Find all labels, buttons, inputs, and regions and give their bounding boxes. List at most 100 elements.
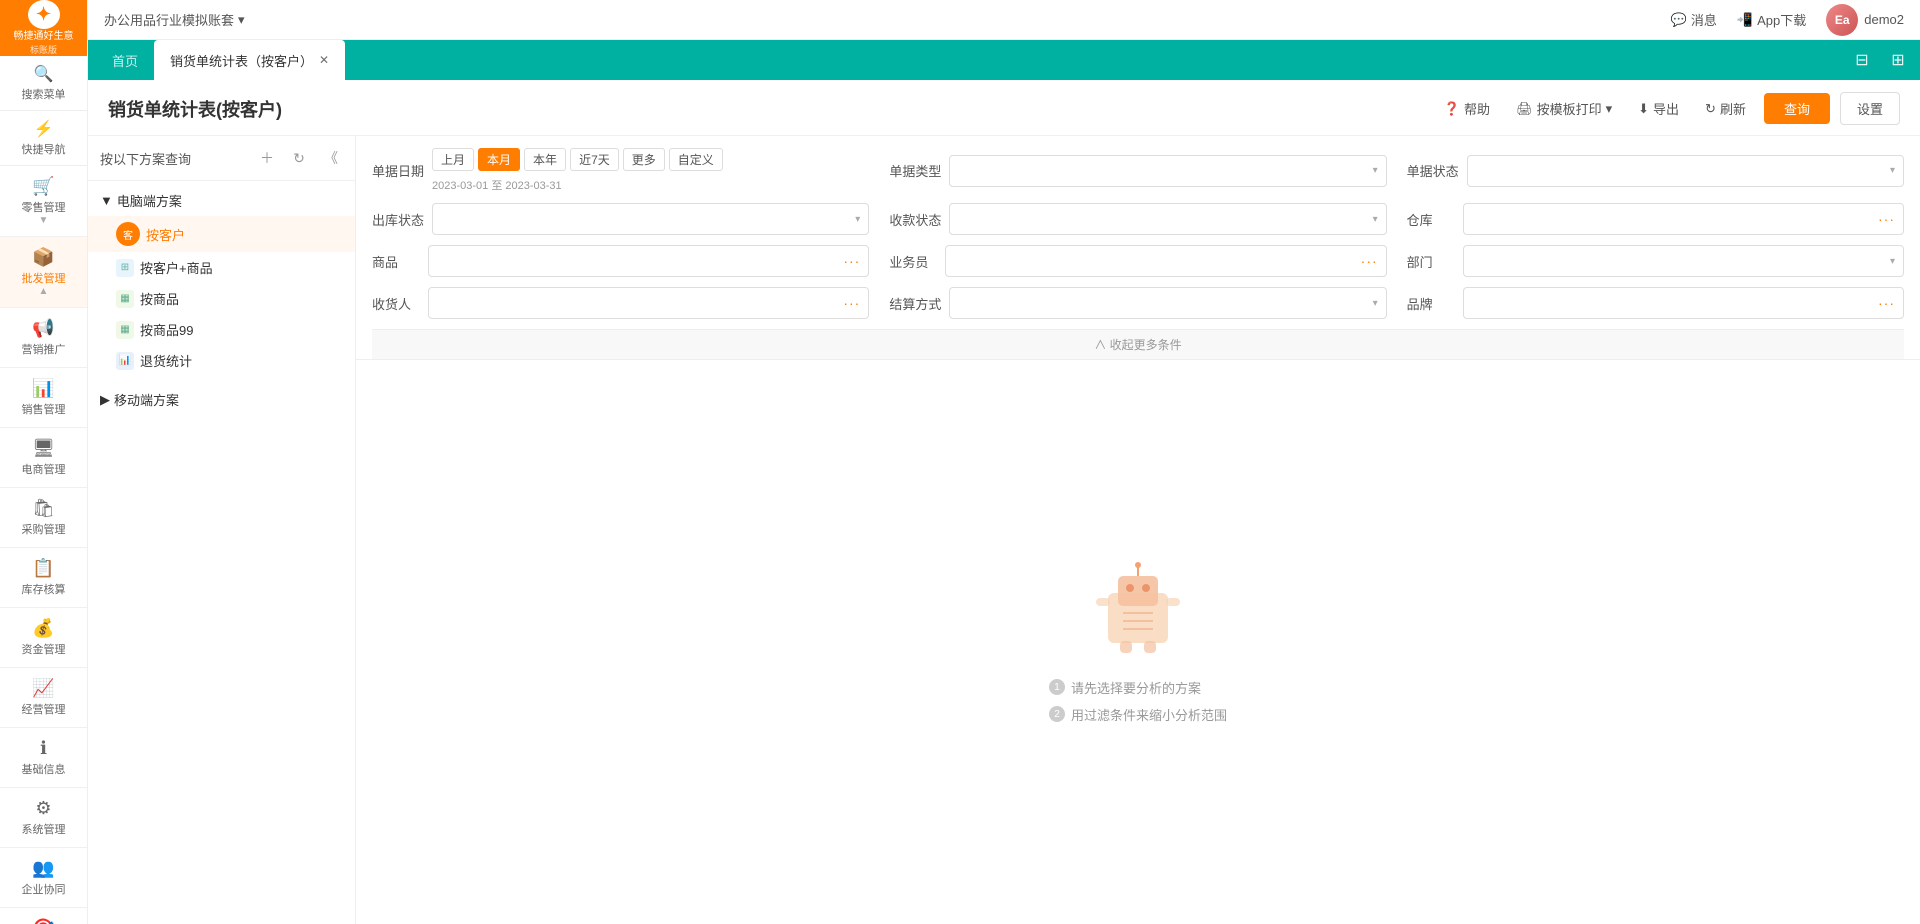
tab-minimize-action[interactable]: ⊟ bbox=[1848, 46, 1876, 74]
user-profile[interactable]: Ea demo2 bbox=[1826, 4, 1904, 36]
operations-icon: 📈 bbox=[32, 678, 54, 699]
sidebar-item-wholesale[interactable]: 📦 批发管理 ▲ bbox=[0, 237, 87, 308]
main-layout: 按以下方案查询 ＋ ↻ 《 ▼ 电脑端方案 bbox=[88, 136, 1920, 924]
pc-scheme-parent[interactable]: ▼ 电脑端方案 bbox=[88, 185, 355, 216]
scheme-return-stat[interactable]: 📊 退货统计 bbox=[88, 345, 355, 376]
department-arrow: ▾ bbox=[1890, 256, 1895, 267]
sidebar: ✦ 畅捷通好生意 标账版 🔍 搜索菜单 ⚡ 快捷导航 🛒 零售管理 ▼ 📦 批发… bbox=[0, 0, 88, 924]
salesman-select[interactable]: ··· bbox=[945, 245, 1386, 277]
doc-status-label: 单据状态 bbox=[1407, 161, 1459, 180]
breadcrumb-dropdown[interactable]: 办公用品行业模拟账套 ▾ bbox=[104, 10, 245, 29]
doc-type-select[interactable]: ▾ bbox=[949, 155, 1386, 187]
template-print-button[interactable]: 🖨 按模板打印 ▾ bbox=[1508, 93, 1620, 124]
ecommerce-label: 电商管理 bbox=[22, 461, 66, 477]
add-scheme-button[interactable]: ＋ bbox=[255, 146, 279, 170]
logo-icon: ✦ bbox=[28, 0, 60, 29]
system-label: 系统管理 bbox=[22, 821, 66, 837]
scheme-by-goods[interactable]: ▦ 按商品 bbox=[88, 283, 355, 314]
return-stat-label: 退货统计 bbox=[140, 351, 192, 370]
quick-nav[interactable]: ⚡ 快捷导航 bbox=[0, 111, 87, 166]
filter-department: 部门 ▾ bbox=[1407, 245, 1904, 277]
sidebar-item-ecommerce[interactable]: 🖥 电商管理 bbox=[0, 428, 87, 488]
receiver-control: ··· bbox=[428, 287, 869, 319]
filter-row-2: 出库状态 ▾ 收款状态 bbox=[372, 203, 1904, 235]
date-btn-last-month[interactable]: 上月 bbox=[432, 148, 474, 171]
breadcrumb-dropdown-icon: ▾ bbox=[238, 12, 245, 28]
payment-select[interactable]: ▾ bbox=[949, 203, 1386, 235]
scheme-by-customer-goods[interactable]: ⊞ 按客户+商品 bbox=[88, 252, 355, 283]
date-btn-7days[interactable]: 近7天 bbox=[570, 148, 619, 171]
refresh-button[interactable]: ↻ 刷新 bbox=[1697, 93, 1754, 124]
receiver-dots: ··· bbox=[843, 295, 860, 311]
scheme-by-customer[interactable]: 客 按客户 bbox=[88, 216, 355, 252]
app-logo[interactable]: ✦ 畅捷通好生意 标账版 bbox=[0, 0, 88, 56]
query-button[interactable]: 查询 bbox=[1764, 93, 1830, 124]
doc-status-control: ▾ bbox=[1467, 155, 1904, 187]
sidebar-item-finance[interactable]: 💰 资金管理 bbox=[0, 608, 87, 668]
tab-sales-stat[interactable]: 销货单统计表（按客户） ✕ bbox=[154, 40, 345, 80]
basic-icon: ℹ bbox=[40, 738, 47, 759]
print-dropdown-icon: ▾ bbox=[1606, 101, 1613, 117]
collapse-panel-button[interactable]: 《 bbox=[319, 146, 343, 170]
collapse-more-button[interactable]: ∧ 收起更多条件 bbox=[372, 329, 1904, 359]
app-download-action[interactable]: 📲 App下载 bbox=[1737, 10, 1806, 29]
settlement-select[interactable]: ▾ bbox=[949, 287, 1386, 319]
tab-fullscreen-action[interactable]: ⊞ bbox=[1884, 46, 1912, 74]
left-panel: 按以下方案查询 ＋ ↻ 《 ▼ 电脑端方案 bbox=[88, 136, 356, 924]
sidebar-item-marketing[interactable]: 📢 营销推广 bbox=[0, 308, 87, 368]
refresh-icon: ↻ bbox=[1705, 101, 1716, 117]
doc-status-select[interactable]: ▾ bbox=[1467, 155, 1904, 187]
retail-arrow: ▼ bbox=[39, 215, 49, 226]
department-select[interactable]: ▾ bbox=[1463, 245, 1904, 277]
warehouse-select[interactable]: ··· bbox=[1463, 203, 1904, 235]
tab-home[interactable]: 首页 bbox=[96, 40, 154, 80]
filter-date: 单据日期 上月 本月 本年 近7天 更多 自定义 bbox=[372, 148, 869, 193]
refresh-scheme-button[interactable]: ↻ bbox=[287, 146, 311, 170]
pc-arrow-icon: ▼ bbox=[100, 193, 113, 208]
sidebar-item-system[interactable]: ⚙ 系统管理 bbox=[0, 788, 87, 848]
brand-dots: ··· bbox=[1878, 295, 1895, 311]
tab-home-label: 首页 bbox=[112, 51, 138, 70]
return-stat-icon: 📊 bbox=[116, 352, 134, 370]
date-btn-more[interactable]: 更多 bbox=[623, 148, 665, 171]
by-customer-label: 按客户 bbox=[146, 225, 185, 244]
empty-illustration bbox=[1078, 558, 1198, 658]
purchase-icon: 🛍 bbox=[32, 498, 55, 519]
mobile-scheme-parent[interactable]: ▶ 移动端方案 bbox=[88, 384, 355, 415]
sidebar-item-guide[interactable]: 🎯 新手引导 bbox=[0, 908, 87, 924]
sidebar-item-inventory[interactable]: 📋 库存核算 bbox=[0, 548, 87, 608]
settlement-label: 结算方式 bbox=[889, 294, 941, 313]
date-btn-custom[interactable]: 自定义 bbox=[669, 148, 723, 171]
settings-button[interactable]: 设置 bbox=[1840, 92, 1900, 125]
template-print-label: 按模板打印 bbox=[1537, 99, 1602, 118]
export-button[interactable]: ⬇ 导出 bbox=[1630, 93, 1687, 124]
username: demo2 bbox=[1864, 12, 1904, 27]
message-action[interactable]: 💬 消息 bbox=[1671, 10, 1717, 29]
scheme-by-goods99[interactable]: ▦ 按商品99 bbox=[88, 314, 355, 345]
sidebar-item-operations[interactable]: 📈 经营管理 bbox=[0, 668, 87, 728]
sidebar-item-purchase[interactable]: 🛍 采购管理 bbox=[0, 488, 87, 548]
filter-outbound: 出库状态 ▾ bbox=[372, 203, 869, 235]
outbound-select[interactable]: ▾ bbox=[432, 203, 869, 235]
sidebar-item-sales[interactable]: 📊 销售管理 bbox=[0, 368, 87, 428]
receiver-select[interactable]: ··· bbox=[428, 287, 869, 319]
basic-label: 基础信息 bbox=[22, 761, 66, 777]
filter-salesman: 业务员 ··· bbox=[889, 245, 1386, 277]
sidebar-item-basic[interactable]: ℹ 基础信息 bbox=[0, 728, 87, 788]
sidebar-item-retail[interactable]: 🛒 零售管理 ▼ bbox=[0, 166, 87, 237]
tab-close-icon[interactable]: ✕ bbox=[319, 53, 329, 67]
mobile-scheme-label: 移动端方案 bbox=[114, 390, 179, 409]
print-icon: 🖨 bbox=[1516, 101, 1533, 117]
finance-icon: 💰 bbox=[32, 618, 54, 639]
brand-select[interactable]: ··· bbox=[1463, 287, 1904, 319]
goods-select[interactable]: ··· bbox=[428, 245, 869, 277]
filter-warehouse: 仓库 ··· bbox=[1407, 203, 1904, 235]
search-menu[interactable]: 🔍 搜索菜单 bbox=[0, 56, 87, 111]
message-label: 消息 bbox=[1691, 10, 1717, 29]
date-btn-this-year[interactable]: 本年 bbox=[524, 148, 566, 171]
page-title: 销货单统计表(按客户) bbox=[108, 96, 282, 122]
date-btn-this-month[interactable]: 本月 bbox=[478, 148, 520, 171]
help-button[interactable]: ❓ 帮助 bbox=[1436, 93, 1498, 124]
sidebar-item-collab[interactable]: 👥 企业协同 bbox=[0, 848, 87, 908]
brand-control: ··· bbox=[1463, 287, 1904, 319]
